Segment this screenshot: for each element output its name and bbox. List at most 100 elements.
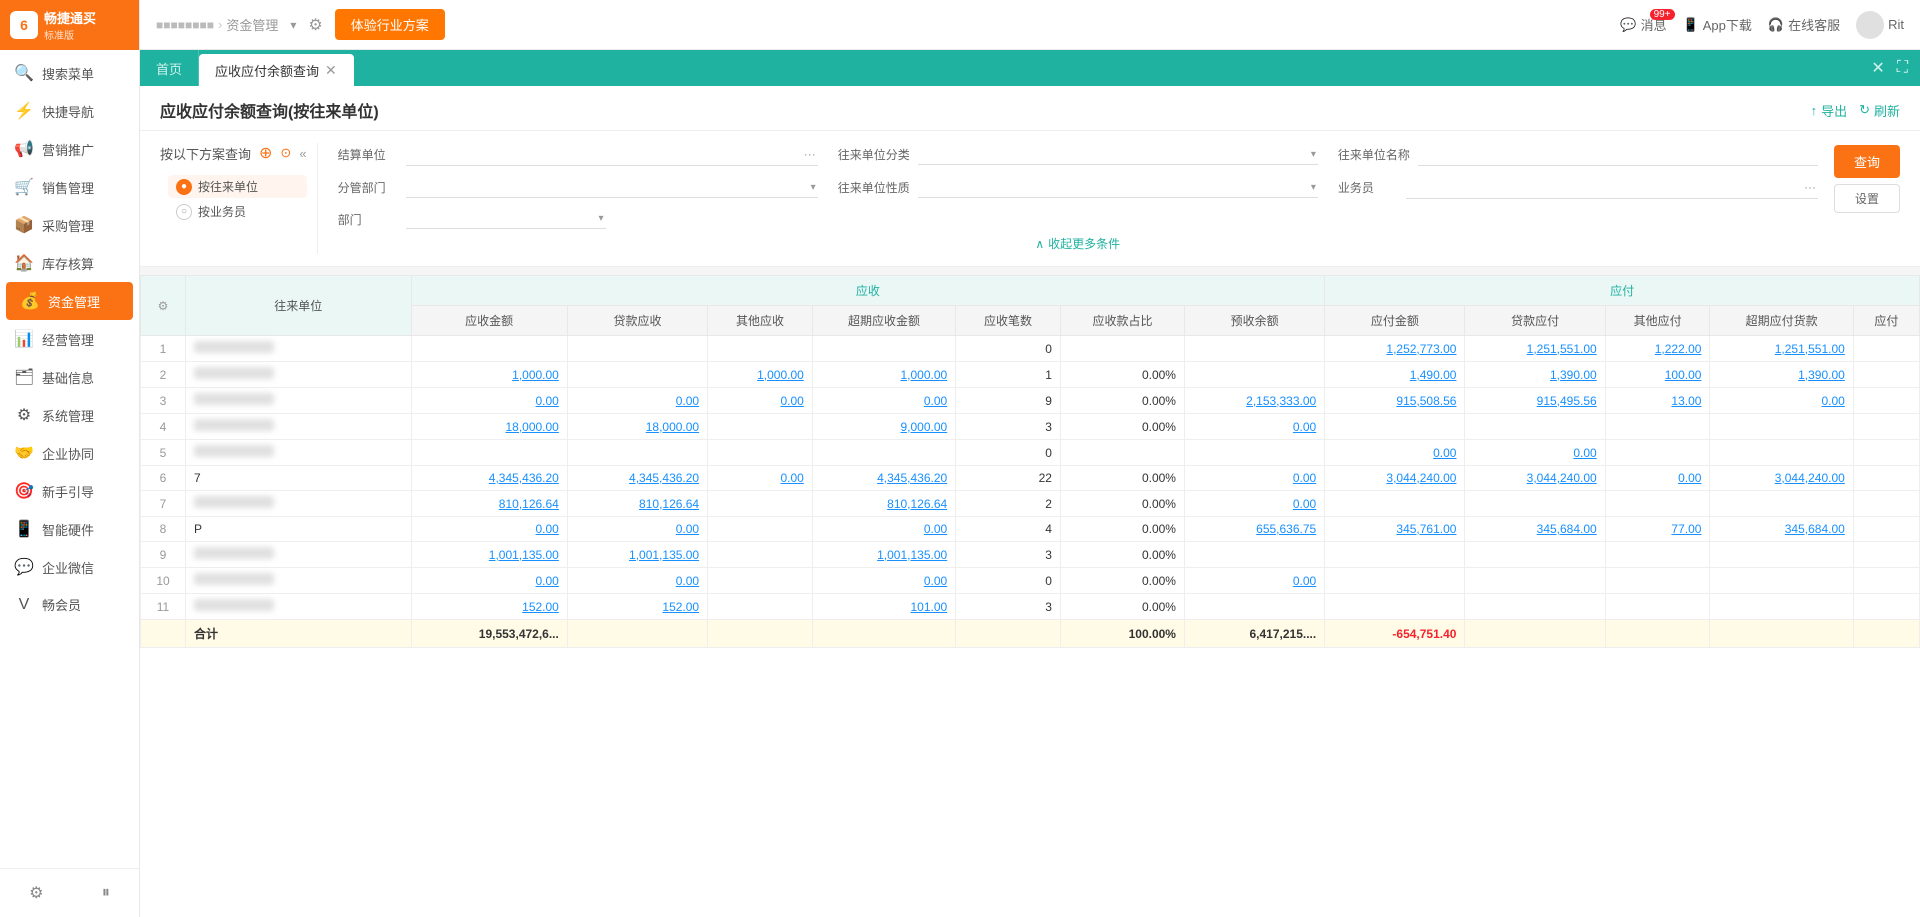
link-ap_loan[interactable]: 345,684.00 [1537,522,1597,536]
link-ap_overdue[interactable]: 1,390.00 [1798,368,1845,382]
cell-ap_amount[interactable]: 3,044,240.00 [1325,466,1465,491]
link-ar_amount[interactable]: 0.00 [536,522,559,536]
filter-input-dept[interactable]: ▾ [406,178,818,198]
link-ar_prepay[interactable]: 0.00 [1293,574,1316,588]
cell-ar_amount[interactable]: 1,001,135.00 [411,542,567,568]
link-ap_amount[interactable]: 915,508.56 [1396,394,1456,408]
link-ap_loan[interactable]: 0.00 [1573,446,1596,460]
cell-ar_prepay[interactable]: 0.00 [1184,466,1324,491]
link-ap_amount[interactable]: 1,252,773.00 [1386,342,1456,356]
sidebar-item-member[interactable]: V畅会员 [0,586,139,623]
link-ar_amount[interactable]: 810,126.64 [499,497,559,511]
filter-option-by-employee[interactable]: ○按业务员 [168,200,307,223]
filter-dots-settlement[interactable]: ··· [804,147,816,161]
tabbar-expand-icon[interactable]: ⛶ [1897,59,1908,77]
refresh-btn[interactable]: ↻ 刷新 [1859,101,1900,120]
cell-ar_loan[interactable]: 4,345,436.20 [567,466,707,491]
cell-ar_loan[interactable]: 18,000.00 [567,414,707,440]
link-ar_amount[interactable]: 4,345,436.20 [489,471,559,485]
cell-ap_other[interactable]: 1,222.00 [1605,336,1710,362]
cell-ap_other[interactable]: 0.00 [1605,466,1710,491]
notification-btn[interactable]: 💬 消息 99+ [1620,15,1666,34]
sidebar-item-quicknav[interactable]: ⚡快捷导航 [0,92,139,130]
link-ap_amount[interactable]: 345,761.00 [1396,522,1456,536]
topbar-chevron-icon[interactable]: ▾ [290,18,296,32]
cell-ar_overdue[interactable]: 4,345,436.20 [812,466,955,491]
collapse-icon[interactable]: ⏸ [96,877,116,909]
cell-ar_prepay[interactable]: 0.00 [1184,491,1324,517]
sidebar-item-inventory[interactable]: 🏠库存核算 [0,244,139,282]
link-ar_amount[interactable]: 0.00 [536,574,559,588]
cell-ar_other[interactable]: 0.00 [708,388,813,414]
link-ar_loan[interactable]: 152.00 [662,600,699,614]
tabbar-close-icon[interactable]: ✕ [1871,58,1884,78]
cell-ar_prepay[interactable]: 655,636.75 [1184,517,1324,542]
link-ar_loan[interactable]: 0.00 [676,522,699,536]
link-ar_amount[interactable]: 18,000.00 [505,420,558,434]
cell-ar_overdue[interactable]: 0.00 [812,388,955,414]
cell-ap_loan[interactable]: 915,495.56 [1465,388,1605,414]
link-ap_amount[interactable]: 0.00 [1433,446,1456,460]
sidebar-item-purchase[interactable]: 📦采购管理 [0,206,139,244]
link-ap_loan[interactable]: 3,044,240.00 [1527,471,1597,485]
link-ar_other[interactable]: 0.00 [780,471,803,485]
cell-ap_loan[interactable]: 1,390.00 [1465,362,1605,388]
filter-input-unitname[interactable] [1418,143,1818,166]
sidebar-item-cooperation[interactable]: 🤝企业协同 [0,434,139,472]
sidebar-item-marketing[interactable]: 📢营销推广 [0,130,139,168]
industry-btn[interactable]: 体验行业方案 [335,9,445,40]
link-ar_prepay[interactable]: 655,636.75 [1256,522,1316,536]
link-ar_overdue[interactable]: 0.00 [924,522,947,536]
cell-ar_amount[interactable]: 18,000.00 [411,414,567,440]
sidebar-item-operations[interactable]: 📊经营管理 [0,320,139,358]
link-ap_loan[interactable]: 1,390.00 [1550,368,1597,382]
tab-home[interactable]: 首页 [140,50,199,86]
query-btn[interactable]: 查询 [1834,145,1900,178]
link-ar_overdue[interactable]: 1,000.00 [900,368,947,382]
sidebar-item-wechat[interactable]: 💬企业微信 [0,548,139,586]
link-ap_overdue[interactable]: 3,044,240.00 [1775,471,1845,485]
link-ar_prepay[interactable]: 2,153,333.00 [1246,394,1316,408]
link-ar_overdue[interactable]: 1,001,135.00 [877,548,947,562]
link-ar_prepay[interactable]: 0.00 [1293,420,1316,434]
filter-input-settlement[interactable]: ··· [406,143,818,166]
cell-ap_amount[interactable]: 1,490.00 [1325,362,1465,388]
settings-icon[interactable]: ⚙ [23,877,49,909]
cell-ap_overdue[interactable]: 345,684.00 [1710,517,1853,542]
link-ap_loan[interactable]: 1,251,551.00 [1527,342,1597,356]
link-ap_other[interactable]: 100.00 [1665,368,1702,382]
tab-close-icon[interactable]: ✕ [325,62,337,79]
link-ar_amount[interactable]: 1,001,135.00 [489,548,559,562]
sidebar-item-search[interactable]: 🔍搜索菜单 [0,54,139,92]
filter-dots-salesperson[interactable]: ··· [1804,180,1816,194]
cell-ap_overdue[interactable]: 1,251,551.00 [1710,336,1853,362]
link-ar_amount[interactable]: 0.00 [536,394,559,408]
link-ar_overdue[interactable]: 810,126.64 [887,497,947,511]
link-ar_overdue[interactable]: 9,000.00 [900,420,947,434]
link-ar_overdue[interactable]: 0.00 [924,574,947,588]
cell-ap_overdue[interactable]: 0.00 [1710,388,1853,414]
cell-ar_other[interactable]: 1,000.00 [708,362,813,388]
edit-scheme-icon[interactable]: ⊙ [280,145,291,161]
add-scheme-icon[interactable]: ⊕ [259,143,272,163]
app-download-btn[interactable]: 📱 App下载 [1683,15,1752,34]
link-ar_loan[interactable]: 0.00 [676,574,699,588]
cell-ap_amount[interactable]: 345,761.00 [1325,517,1465,542]
cell-ar_other[interactable]: 0.00 [708,466,813,491]
link-ar_loan[interactable]: 810,126.64 [639,497,699,511]
link-ar_other[interactable]: 0.00 [780,394,803,408]
cell-ar_overdue[interactable]: 1,000.00 [812,362,955,388]
cell-ar_overdue[interactable]: 1,001,135.00 [812,542,955,568]
sidebar-item-finance[interactable]: 💰资金管理 [6,282,133,320]
cell-partner[interactable]: 7 [186,466,412,491]
cell-ar_loan[interactable]: 0.00 [567,388,707,414]
cell-ar_overdue[interactable]: 9,000.00 [812,414,955,440]
cell-ar_loan[interactable]: 0.00 [567,517,707,542]
cell-ar_amount[interactable]: 0.00 [411,568,567,594]
link-ar_amount[interactable]: 152.00 [522,600,559,614]
link-ap_other[interactable]: 13.00 [1671,394,1701,408]
sidebar-item-guide[interactable]: 🎯新手引导 [0,472,139,510]
link-ap_other[interactable]: 77.00 [1671,522,1701,536]
cell-ap_amount[interactable]: 915,508.56 [1325,388,1465,414]
filter-input-salesperson[interactable]: ··· [1406,176,1818,199]
